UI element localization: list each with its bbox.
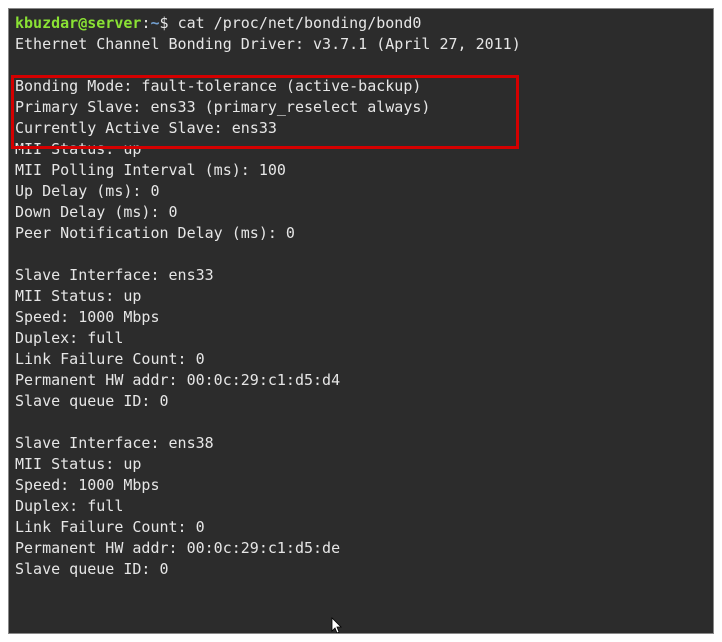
prompt-symbol: $ [160, 14, 178, 32]
slave1-iface: Slave Interface: ens33 [15, 265, 707, 286]
terminal-window[interactable]: kbuzdar@server:~$ cat /proc/net/bonding/… [8, 8, 714, 634]
primary-slave: Primary Slave: ens33 (primary_reselect a… [15, 97, 707, 118]
down-delay: Down Delay (ms): 0 [15, 202, 707, 223]
active-slave: Currently Active Slave: ens33 [15, 118, 707, 139]
command-text: cat /proc/net/bonding/bond0 [178, 14, 422, 32]
blank-line [15, 55, 707, 76]
mouse-cursor-icon [331, 617, 343, 634]
prompt-path: ~ [150, 14, 159, 32]
blank-line [15, 244, 707, 265]
up-delay: Up Delay (ms): 0 [15, 181, 707, 202]
mii-status: MII Status: up [15, 139, 707, 160]
slave1-duplex: Duplex: full [15, 328, 707, 349]
slave2-iface: Slave Interface: ens38 [15, 433, 707, 454]
driver-header: Ethernet Channel Bonding Driver: v3.7.1 … [15, 34, 707, 55]
peer-notif: Peer Notification Delay (ms): 0 [15, 223, 707, 244]
slave2-duplex: Duplex: full [15, 496, 707, 517]
slave2-speed: Speed: 1000 Mbps [15, 475, 707, 496]
slave2-lfc: Link Failure Count: 0 [15, 517, 707, 538]
slave1-mii: MII Status: up [15, 286, 707, 307]
prompt-at: @ [78, 14, 87, 32]
prompt-line: kbuzdar@server:~$ cat /proc/net/bonding/… [15, 13, 707, 34]
slave1-hw: Permanent HW addr: 00:0c:29:c1:d5:d4 [15, 370, 707, 391]
slave2-mii: MII Status: up [15, 454, 707, 475]
bonding-mode: Bonding Mode: fault-tolerance (active-ba… [15, 76, 707, 97]
mii-polling: MII Polling Interval (ms): 100 [15, 160, 707, 181]
slave2-hw: Permanent HW addr: 00:0c:29:c1:d5:de [15, 538, 707, 559]
slave1-qid: Slave queue ID: 0 [15, 391, 707, 412]
prompt-host: server [87, 14, 141, 32]
prompt-user: kbuzdar [15, 14, 78, 32]
slave1-speed: Speed: 1000 Mbps [15, 307, 707, 328]
slave1-lfc: Link Failure Count: 0 [15, 349, 707, 370]
slave2-qid: Slave queue ID: 0 [15, 559, 707, 580]
blank-line [15, 412, 707, 433]
